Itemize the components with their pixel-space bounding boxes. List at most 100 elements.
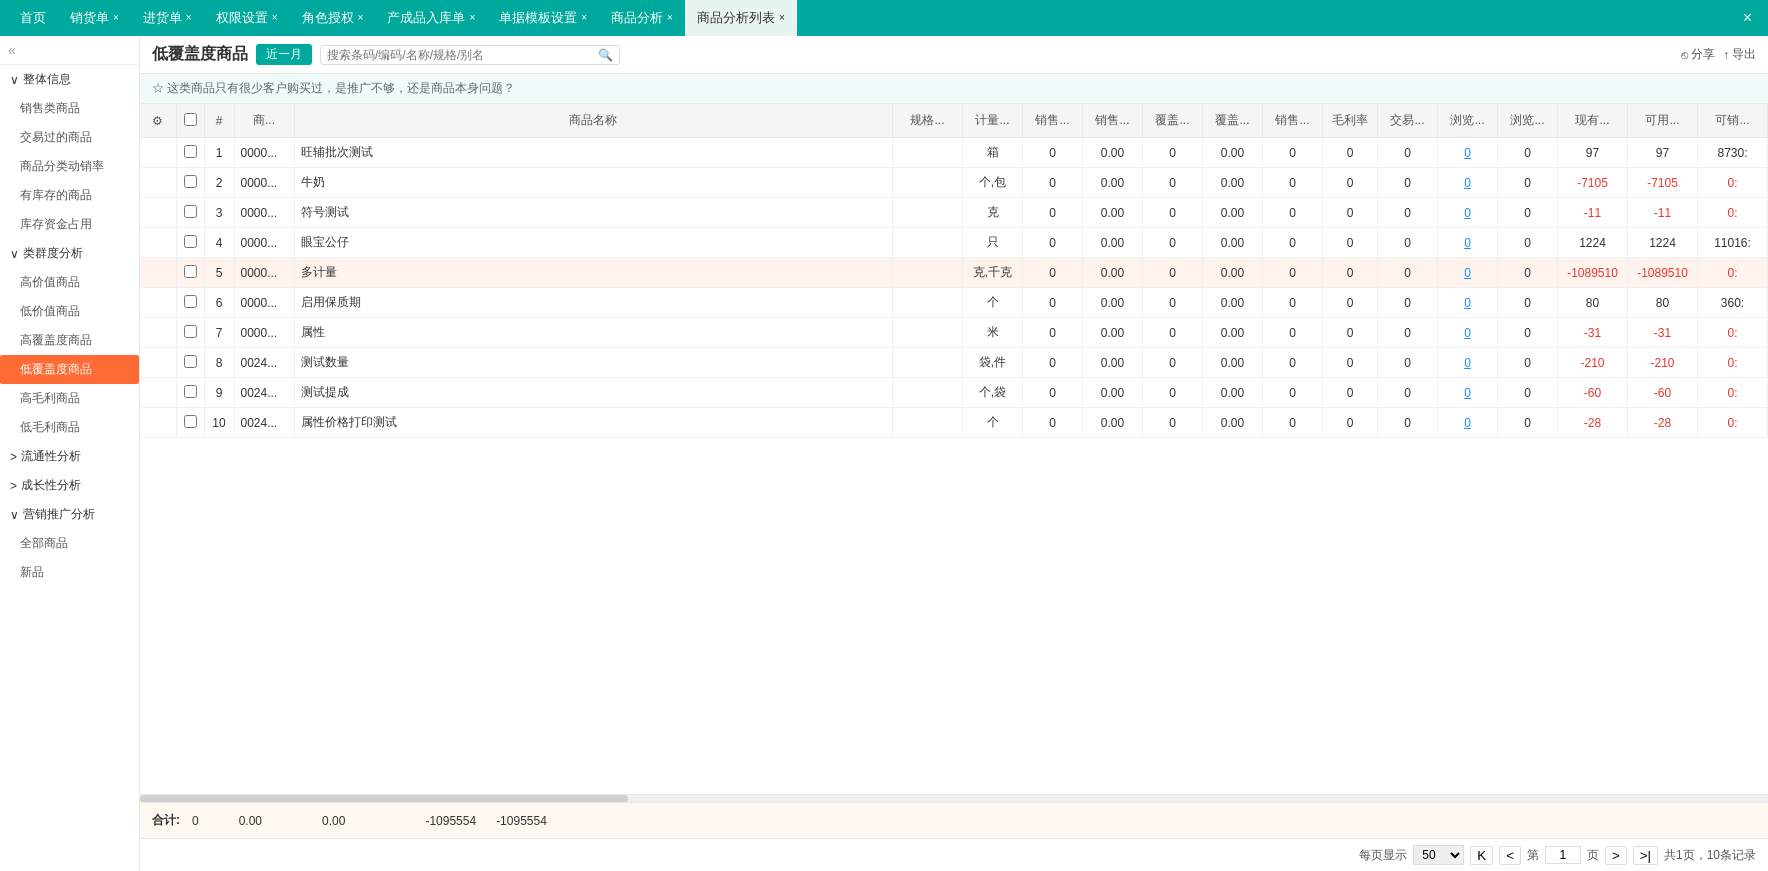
nav-product-analysis[interactable]: 商品分析 × — [599, 0, 685, 36]
nav-template-settings[interactable]: 单据模板设置 × — [487, 0, 599, 36]
last-page-button[interactable]: >| — [1633, 846, 1658, 865]
th-settings[interactable]: ⚙ — [140, 104, 176, 138]
nav-product-stock[interactable]: 产成品入库单 × — [375, 0, 487, 36]
row-select-checkbox[interactable] — [184, 145, 197, 158]
row-settings[interactable] — [140, 258, 176, 288]
first-page-button[interactable]: K — [1470, 846, 1493, 865]
th-trans[interactable]: 交易... — [1378, 104, 1438, 138]
sidebar-item-sales-goods[interactable]: 销售类商品 — [0, 94, 139, 123]
row-settings[interactable] — [140, 168, 176, 198]
sidebar-section-growth[interactable]: > 成长性分析 — [0, 471, 139, 500]
export-button[interactable]: ↑ 导出 — [1723, 46, 1756, 63]
th-sales3[interactable]: 销售... — [1263, 104, 1323, 138]
sidebar-item-stock-goods[interactable]: 有库存的商品 — [0, 181, 139, 210]
row-settings[interactable] — [140, 288, 176, 318]
sidebar-item-all-goods[interactable]: 全部商品 — [0, 529, 139, 558]
row-browse1[interactable]: 0 — [1438, 318, 1498, 348]
row-select-checkbox[interactable] — [184, 295, 197, 308]
row-browse1[interactable]: 0 — [1438, 228, 1498, 258]
sidebar-section-cluster[interactable]: ∨ 类群度分析 — [0, 239, 139, 268]
nav-sales-order[interactable]: 销货单 × — [58, 0, 131, 36]
nav-role-auth[interactable]: 角色授权 × — [290, 0, 376, 36]
row-settings[interactable] — [140, 348, 176, 378]
nav-product-analysis-list[interactable]: 商品分析列表 × — [685, 0, 797, 36]
row-browse1[interactable]: 0 — [1438, 288, 1498, 318]
next-page-button[interactable]: > — [1605, 846, 1627, 865]
page-number-input[interactable] — [1545, 846, 1581, 864]
row-browse1[interactable]: 0 — [1438, 258, 1498, 288]
row-checkbox[interactable] — [176, 378, 204, 408]
th-cov1[interactable]: 覆盖... — [1143, 104, 1203, 138]
row-select-checkbox[interactable] — [184, 355, 197, 368]
row-browse1[interactable]: 0 — [1438, 168, 1498, 198]
search-icon[interactable]: 🔍 — [598, 48, 613, 62]
row-checkbox[interactable] — [176, 408, 204, 438]
th-browse1[interactable]: 浏览... — [1438, 104, 1498, 138]
row-settings[interactable] — [140, 198, 176, 228]
sidebar-collapse-btn[interactable]: « — [8, 42, 16, 58]
sidebar-item-category-rate[interactable]: 商品分类动销率 — [0, 152, 139, 181]
row-settings[interactable] — [140, 138, 176, 168]
th-profit-rate[interactable]: 毛利率 — [1323, 104, 1378, 138]
row-settings[interactable] — [140, 228, 176, 258]
row-browse1[interactable]: 0 — [1438, 378, 1498, 408]
sidebar-item-high-profit[interactable]: 高毛利商品 — [0, 384, 139, 413]
row-settings[interactable] — [140, 318, 176, 348]
row-browse1[interactable]: 0 — [1438, 138, 1498, 168]
th-browse2[interactable]: 浏览... — [1498, 104, 1558, 138]
select-all-checkbox[interactable] — [184, 113, 197, 126]
th-sellable[interactable]: 可销... — [1698, 104, 1768, 138]
row-select-checkbox[interactable] — [184, 415, 197, 428]
nav-permissions[interactable]: 权限设置 × — [204, 0, 290, 36]
th-available-stock[interactable]: 可用... — [1628, 104, 1698, 138]
sidebar-section-marketing[interactable]: ∨ 营销推广分析 — [0, 500, 139, 529]
settings-icon[interactable]: ⚙ — [152, 114, 163, 128]
sidebar-section-liquidity[interactable]: > 流通性分析 — [0, 442, 139, 471]
row-checkbox[interactable] — [176, 198, 204, 228]
th-sales1[interactable]: 销售... — [1023, 104, 1083, 138]
row-settings[interactable] — [140, 408, 176, 438]
share-button[interactable]: ⎋ 分享 — [1681, 46, 1715, 63]
prev-page-button[interactable]: < — [1499, 846, 1521, 865]
row-settings[interactable] — [140, 378, 176, 408]
th-spec[interactable]: 规格... — [893, 104, 963, 138]
sidebar-item-new-goods[interactable]: 新品 — [0, 558, 139, 587]
row-select-checkbox[interactable] — [184, 235, 197, 248]
row-browse1[interactable]: 0 — [1438, 408, 1498, 438]
nav-home[interactable]: 首页 — [8, 0, 58, 36]
th-cov2[interactable]: 覆盖... — [1203, 104, 1263, 138]
row-browse1[interactable]: 0 — [1438, 348, 1498, 378]
th-current-stock[interactable]: 现有... — [1558, 104, 1628, 138]
search-box[interactable]: 🔍 — [320, 45, 620, 65]
th-checkbox[interactable] — [176, 104, 204, 138]
row-select-checkbox[interactable] — [184, 175, 197, 188]
th-unit[interactable]: 计量... — [963, 104, 1023, 138]
row-checkbox[interactable] — [176, 168, 204, 198]
sidebar-item-high-coverage[interactable]: 高覆盖度商品 — [0, 326, 139, 355]
row-checkbox[interactable] — [176, 318, 204, 348]
th-code[interactable]: 商... — [234, 104, 294, 138]
th-sales2[interactable]: 销售... — [1083, 104, 1143, 138]
sidebar-item-stock-capital[interactable]: 库存资金占用 — [0, 210, 139, 239]
row-select-checkbox[interactable] — [184, 265, 197, 278]
search-input[interactable] — [327, 48, 598, 62]
row-select-checkbox[interactable] — [184, 325, 197, 338]
data-table-container[interactable]: ⚙ # 商... 商品名称 规格... 计量... 销售... 销售... 覆盖… — [140, 104, 1768, 794]
sidebar-item-high-value[interactable]: 高价值商品 — [0, 268, 139, 297]
sidebar-item-low-value[interactable]: 低价值商品 — [0, 297, 139, 326]
sidebar-item-low-coverage[interactable]: 低覆盖度商品 — [0, 355, 139, 384]
row-checkbox[interactable] — [176, 258, 204, 288]
per-page-select[interactable]: 50 100 200 — [1413, 845, 1464, 865]
horizontal-scrollbar[interactable] — [140, 794, 1768, 802]
sidebar-item-low-profit[interactable]: 低毛利商品 — [0, 413, 139, 442]
row-checkbox[interactable] — [176, 288, 204, 318]
close-all-button[interactable]: × — [1735, 9, 1760, 27]
row-select-checkbox[interactable] — [184, 385, 197, 398]
sidebar-item-traded-goods[interactable]: 交易过的商品 — [0, 123, 139, 152]
row-browse1[interactable]: 0 — [1438, 198, 1498, 228]
time-filter-button[interactable]: 近一月 — [256, 44, 312, 65]
nav-purchase-order[interactable]: 进货单 × — [131, 0, 204, 36]
row-checkbox[interactable] — [176, 348, 204, 378]
row-select-checkbox[interactable] — [184, 205, 197, 218]
row-checkbox[interactable] — [176, 138, 204, 168]
